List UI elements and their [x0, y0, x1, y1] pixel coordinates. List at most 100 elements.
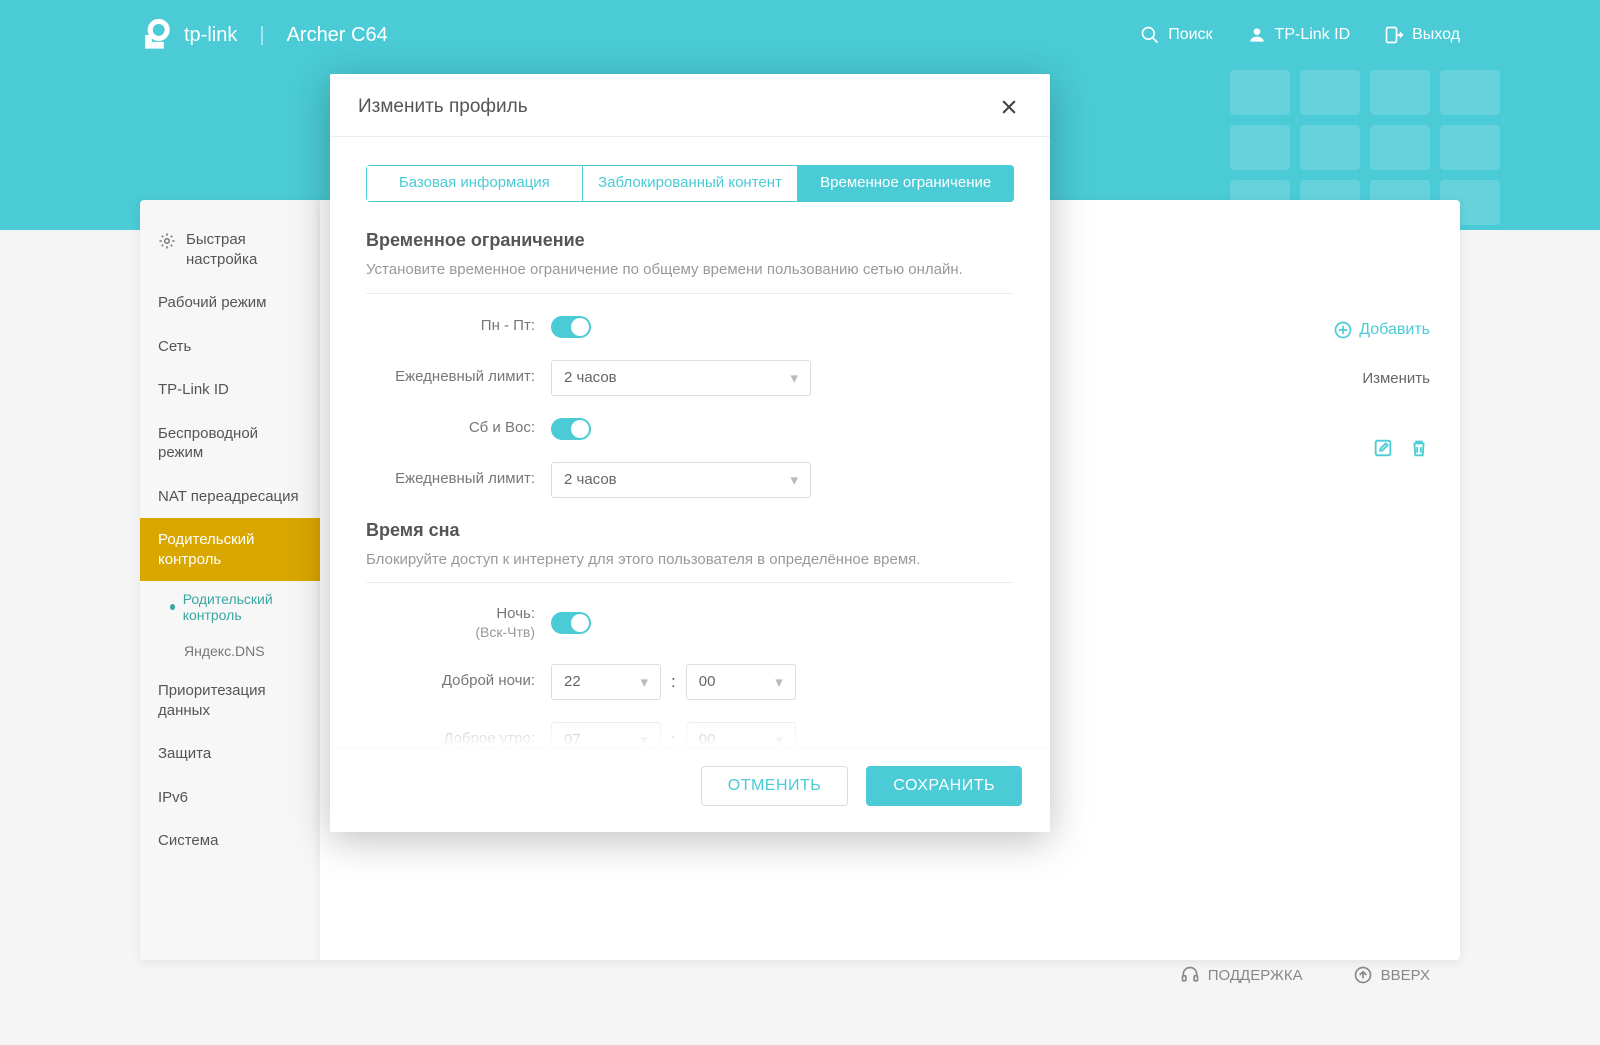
tab-blocked-content[interactable]: Заблокированный контент: [583, 165, 799, 202]
chevron-down-icon: ▾: [775, 731, 783, 748]
sidebar-item-label: Сеть: [158, 338, 191, 355]
gear-icon: [158, 232, 176, 250]
select-value: 22: [564, 673, 581, 690]
goodnight-hour-select[interactable]: 22 ▾: [551, 664, 661, 700]
tab-label: Базовая информация: [399, 174, 550, 193]
scroll-top-link[interactable]: ВВЕРХ: [1353, 965, 1430, 985]
sidebar-item-label: IPv6: [158, 789, 188, 806]
edit-icon[interactable]: [1372, 437, 1394, 459]
night-toggle[interactable]: [551, 612, 591, 634]
sidebar-item-label: Приоритезация данных: [158, 682, 266, 719]
sidebar: Быстрая настройка Рабочий режим Сеть TP-…: [140, 200, 320, 960]
select-value: 2 часов: [564, 369, 617, 386]
time-colon: :: [671, 672, 676, 692]
section-time-limit-desc: Установите временное ограничение по обще…: [366, 259, 1014, 281]
goodnight-label: Доброй ночи:: [366, 672, 551, 691]
close-icon: [999, 97, 1019, 117]
select-value: 07: [564, 731, 581, 747]
edit-column-header: Изменить: [1362, 370, 1430, 387]
tplink-id-link[interactable]: TP-Link ID: [1247, 25, 1351, 45]
sidebar-item-security[interactable]: Защита: [140, 732, 320, 776]
plus-circle-icon: [1333, 320, 1353, 340]
chevron-down-icon: ▾: [640, 731, 648, 748]
weekday-toggle[interactable]: [551, 316, 591, 338]
trash-icon[interactable]: [1408, 437, 1430, 459]
sidebar-item-quick-setup[interactable]: Быстрая настройка: [140, 218, 320, 281]
goodmorning-minute-select[interactable]: 00 ▾: [686, 722, 796, 748]
logout-link[interactable]: Выход: [1384, 25, 1460, 45]
search-link[interactable]: Поиск: [1140, 25, 1212, 45]
night-label-sub: (Вск-Чтв): [366, 624, 535, 642]
section-time-limit-title: Временное ограничение: [366, 230, 1014, 251]
chevron-down-icon: ▾: [790, 471, 798, 489]
sidebar-item-label: Беспроводной режим: [158, 425, 258, 462]
daily-limit-select-weekday[interactable]: 2 часов ▾: [551, 360, 811, 396]
night-label-text: Ночь:: [496, 605, 535, 622]
search-icon: [1140, 25, 1160, 45]
section-divider: [366, 582, 1014, 583]
support-link[interactable]: ПОДДЕРЖКА: [1180, 965, 1303, 985]
daily-limit-label-weekday: Ежедневный лимит:: [366, 368, 551, 387]
weekend-label: Сб и Вос:: [366, 419, 551, 438]
goodnight-minute-select[interactable]: 00 ▾: [686, 664, 796, 700]
tplink-id-label: TP-Link ID: [1275, 26, 1351, 44]
sidebar-subitem-yandex-dns[interactable]: Яндекс.DNS: [140, 633, 320, 669]
cancel-button[interactable]: ОТМЕНИТЬ: [701, 766, 849, 806]
sidebar-item-tplink-id[interactable]: TP-Link ID: [140, 368, 320, 412]
sidebar-item-qos[interactable]: Приоритезация данных: [140, 669, 320, 732]
select-value: 2 часов: [564, 471, 617, 488]
add-profile-label: Добавить: [1359, 321, 1430, 339]
time-colon: :: [671, 730, 676, 748]
brand-logo: tp-link | Archer C64: [140, 18, 388, 52]
scroll-top-label: ВВЕРХ: [1381, 967, 1430, 984]
sidebar-item-label: Родительский контроль: [158, 531, 254, 568]
device-model: Archer C64: [287, 24, 388, 47]
sidebar-item-wireless[interactable]: Беспроводной режим: [140, 412, 320, 475]
arrow-up-circle-icon: [1353, 965, 1373, 985]
section-divider: [366, 293, 1014, 294]
daily-limit-select-weekend[interactable]: 2 часов ▾: [551, 462, 811, 498]
brand-divider: |: [259, 24, 264, 47]
tab-basic-info[interactable]: Базовая информация: [366, 165, 583, 202]
logout-label: Выход: [1412, 26, 1460, 44]
night-label: Ночь: (Вск-Чтв): [366, 605, 551, 641]
sidebar-subitem-label: Яндекс.DNS: [184, 643, 265, 659]
sidebar-item-label: Система: [158, 832, 218, 849]
add-profile-button[interactable]: Добавить: [1333, 320, 1430, 340]
section-bedtime-desc: Блокируйте доступ к интернету для этого …: [366, 549, 1014, 571]
tplink-logo-icon: [140, 18, 174, 52]
sidebar-subitem-label: Родительский контроль: [183, 591, 302, 623]
sidebar-subitem-parental-control[interactable]: Родительский контроль: [140, 581, 320, 633]
bullet-icon: [170, 648, 176, 654]
sidebar-item-operation-mode[interactable]: Рабочий режим: [140, 281, 320, 325]
tab-label: Заблокированный контент: [598, 174, 782, 193]
close-button[interactable]: [996, 94, 1022, 120]
select-value: 00: [699, 731, 716, 747]
tab-label: Временное ограничение: [820, 174, 991, 193]
sidebar-item-nat[interactable]: NAT переадресация: [140, 475, 320, 519]
sidebar-item-system[interactable]: Система: [140, 819, 320, 863]
user-cloud-icon: [1247, 25, 1267, 45]
brand-name: tp-link: [184, 24, 237, 47]
select-value: 00: [699, 673, 716, 690]
tab-time-limit[interactable]: Временное ограничение: [798, 165, 1014, 202]
sidebar-item-ipv6[interactable]: IPv6: [140, 776, 320, 820]
goodmorning-hour-select[interactable]: 07 ▾: [551, 722, 661, 748]
headset-icon: [1180, 965, 1200, 985]
modal-title: Изменить профиль: [358, 96, 528, 118]
sidebar-item-label: Рабочий режим: [158, 294, 266, 311]
logout-icon: [1384, 25, 1404, 45]
daily-limit-label-weekend: Ежедневный лимит:: [366, 470, 551, 489]
sidebar-item-label: Быстрая настройка: [186, 230, 302, 269]
goodmorning-label: Доброе утро:: [366, 730, 551, 747]
save-label: СОХРАНИТЬ: [893, 777, 995, 794]
bullet-icon: [170, 604, 175, 610]
sidebar-item-parental-control[interactable]: Родительский контроль: [140, 518, 320, 581]
weekend-toggle[interactable]: [551, 418, 591, 440]
support-label: ПОДДЕРЖКА: [1208, 967, 1303, 984]
save-button[interactable]: СОХРАНИТЬ: [866, 766, 1022, 806]
edit-profile-modal: Изменить профиль Базовая информация Забл…: [330, 74, 1050, 832]
sidebar-item-network[interactable]: Сеть: [140, 325, 320, 369]
sidebar-item-label: TP-Link ID: [158, 381, 229, 398]
cancel-label: ОТМЕНИТЬ: [728, 777, 822, 794]
